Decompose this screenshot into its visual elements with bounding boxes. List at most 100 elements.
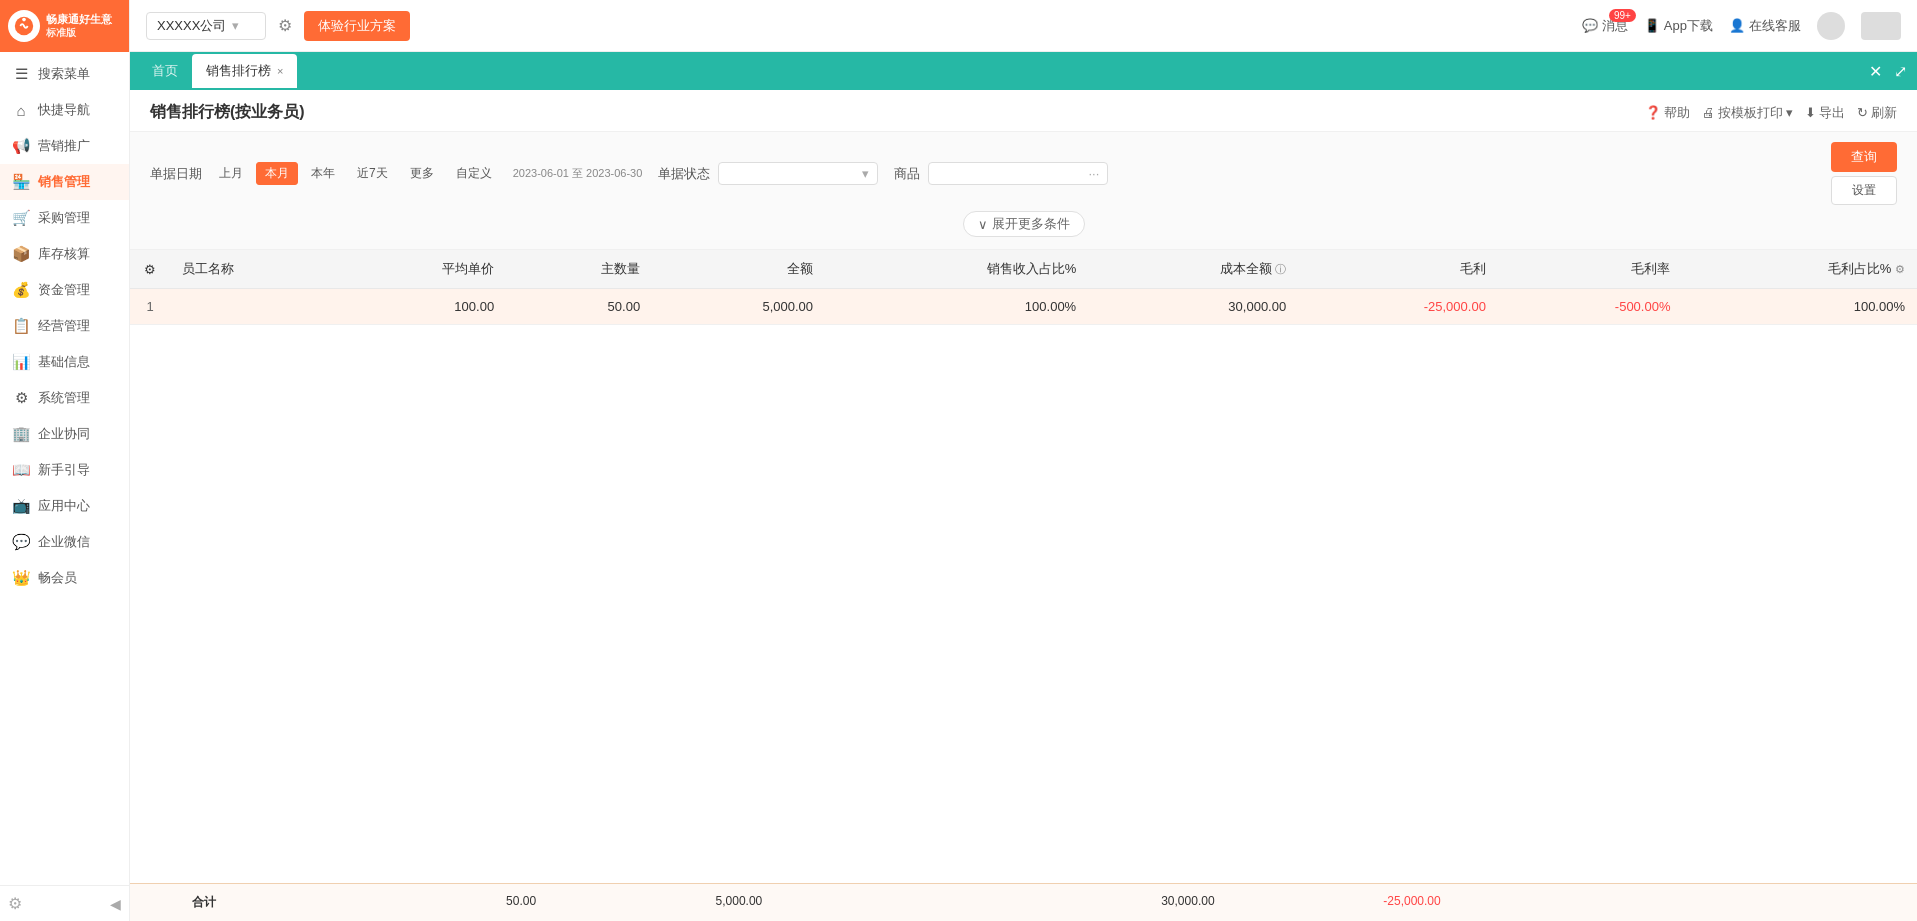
table-area: ⚙ 员工名称 平均单价 主数量 全额 销售收入占比% 成本全额 ⓘ 毛利 毛利率… [130, 250, 1917, 883]
query-button[interactable]: 查询 [1831, 142, 1897, 172]
sidebar-icon-operations: 📋 [12, 317, 30, 335]
sidebar-item-purchase[interactable]: 🛒 采购管理 [0, 200, 129, 236]
sidebar-item-search[interactable]: ☰ 搜索菜单 [0, 56, 129, 92]
date-pill-last-month[interactable]: 上月 [210, 162, 252, 185]
sidebar-logo: 畅康通好生意 标准版 [0, 0, 129, 52]
sidebar-icon-sales: 🏪 [12, 173, 30, 191]
export-icon: ⬇ [1805, 105, 1816, 120]
sidebar-icon-finance: 💰 [12, 281, 30, 299]
svg-point-1 [22, 18, 26, 22]
company-dropdown-icon: ▾ [232, 18, 239, 33]
footer-quantity: 50.00 [322, 894, 548, 911]
sidebar-item-guide[interactable]: 📖 新手引导 [0, 452, 129, 488]
date-filter-label: 单据日期 [150, 165, 202, 183]
date-pill-7days[interactable]: 近7天 [348, 162, 397, 185]
sidebar-label-enterprise: 企业协同 [38, 425, 90, 443]
sidebar-label-finance: 资金管理 [38, 281, 90, 299]
date-pill-this-month[interactable]: 本月 [256, 162, 298, 185]
message-badge: 99+ [1609, 9, 1636, 22]
help-btn[interactable]: ❓ 帮助 [1645, 104, 1690, 122]
message-item[interactable]: 💬 消息 99+ [1582, 17, 1628, 35]
print-btn[interactable]: 🖨 按模板打印 ▾ [1702, 104, 1793, 122]
table-cell [170, 289, 330, 325]
table-footer: 合计 50.00 5,000.00 30,000.00 -25,000.00 [130, 883, 1917, 921]
avatar[interactable] [1817, 12, 1845, 40]
footer-cost: 30,000.00 [1000, 894, 1226, 911]
sidebar-label-system: 系统管理 [38, 389, 90, 407]
refresh-btn[interactable]: ↻ 刷新 [1857, 104, 1897, 122]
tab-maximize-icon[interactable]: ⤢ [1892, 60, 1909, 83]
page-content: 销售排行榜(按业务员) ❓ 帮助 🖨 按模板打印 ▾ ⬇ 导出 ↻ 刷新 [130, 90, 1917, 921]
table-header-row: ⚙ 员工名称 平均单价 主数量 全额 销售收入占比% 成本全额 ⓘ 毛利 毛利率… [130, 250, 1917, 289]
sidebar-icon-wechat: 💬 [12, 533, 30, 551]
print-label: 按模板打印 [1718, 104, 1783, 122]
sidebar-item-system[interactable]: ⚙ 系统管理 [0, 380, 129, 416]
status-select[interactable]: ▾ [718, 162, 878, 185]
username-display [1861, 12, 1901, 40]
sidebar-icon-system: ⚙ [12, 389, 30, 407]
date-range-display: 2023-06-01 至 2023-06-30 [513, 166, 643, 181]
expand-row: ∨ 展开更多条件 [150, 205, 1897, 239]
header-right: 💬 消息 99+ 📱 App下载 👤 在线客服 [1582, 12, 1901, 40]
settings-gear-icon[interactable]: ⚙ [278, 16, 292, 35]
sidebar-label-purchase: 采购管理 [38, 209, 90, 227]
export-label: 导出 [1819, 104, 1845, 122]
top-header: XXXXX公司 ▾ ⚙ 体验行业方案 💬 消息 99+ 📱 App下载 👤 在线… [130, 0, 1917, 52]
trial-button[interactable]: 体验行业方案 [304, 11, 410, 41]
footer-sales-pct [774, 894, 1000, 911]
sidebar-nav: ☰ 搜索菜单⌂ 快捷导航📢 营销推广🏪 销售管理🛒 采购管理📦 库存核算💰 资金… [0, 52, 129, 885]
goods-input-more-icon[interactable]: ··· [1089, 166, 1100, 181]
sidebar-item-enterprise[interactable]: 🏢 企业协同 [0, 416, 129, 452]
company-selector[interactable]: XXXXX公司 ▾ [146, 12, 266, 40]
sidebar: 畅康通好生意 标准版 ☰ 搜索菜单⌂ 快捷导航📢 营销推广🏪 销售管理🛒 采购管… [0, 0, 130, 921]
sidebar-item-operations[interactable]: 📋 经营管理 [0, 308, 129, 344]
sidebar-label-marketing: 营销推广 [38, 137, 90, 155]
settings-button[interactable]: 设置 [1831, 176, 1897, 205]
sidebar-item-member[interactable]: 👑 畅会员 [0, 560, 129, 596]
col-settings: ⚙ [130, 250, 170, 289]
tab-close-window-icon[interactable]: ✕ [1867, 60, 1884, 83]
expand-button[interactable]: ∨ 展开更多条件 [963, 211, 1085, 237]
date-pill-this-year[interactable]: 本年 [302, 162, 344, 185]
sidebar-item-inventory[interactable]: 📦 库存核算 [0, 236, 129, 272]
print-dropdown-icon: ▾ [1786, 105, 1793, 120]
tab-sales-rank[interactable]: 销售排行榜 × [192, 54, 297, 88]
table-row: 1100.0050.005,000.00100.00%30,000.00-25,… [130, 289, 1917, 325]
sales-table: ⚙ 员工名称 平均单价 主数量 全额 销售收入占比% 成本全额 ⓘ 毛利 毛利率… [130, 250, 1917, 325]
page-actions: ❓ 帮助 🖨 按模板打印 ▾ ⬇ 导出 ↻ 刷新 [1645, 104, 1897, 122]
date-pill-more[interactable]: 更多 [401, 162, 443, 185]
tab-home[interactable]: 首页 [138, 54, 192, 88]
table-cell: 100.00 [330, 289, 506, 325]
message-icon: 💬 [1582, 18, 1598, 33]
sidebar-item-quick-nav[interactable]: ⌂ 快捷导航 [0, 92, 129, 128]
sidebar-footer: ⚙ ◀ [0, 885, 129, 921]
sidebar-item-basic-info[interactable]: 📊 基础信息 [0, 344, 129, 380]
tab-bar: 首页 销售排行榜 × ✕ ⤢ [130, 52, 1917, 90]
sidebar-item-sales[interactable]: 🏪 销售管理 [0, 164, 129, 200]
export-btn[interactable]: ⬇ 导出 [1805, 104, 1845, 122]
sidebar-item-wechat[interactable]: 💬 企业微信 [0, 524, 129, 560]
sidebar-label-sales: 销售管理 [38, 173, 90, 191]
online-service-item[interactable]: 👤 在线客服 [1729, 17, 1801, 35]
company-name: XXXXX公司 [157, 17, 226, 35]
col-amount: 全额 [652, 250, 825, 289]
goods-input[interactable]: ··· [928, 162, 1108, 185]
status-filter-label: 单据状态 [658, 165, 710, 183]
col-quantity: 主数量 [506, 250, 652, 289]
tab-close-icon[interactable]: × [277, 65, 283, 77]
sidebar-item-app-center[interactable]: 📺 应用中心 [0, 488, 129, 524]
sidebar-label-basic-info: 基础信息 [38, 353, 90, 371]
col-cost: 成本全额 ⓘ [1088, 250, 1298, 289]
sidebar-settings-icon[interactable]: ⚙ [8, 894, 22, 913]
sidebar-item-marketing[interactable]: 📢 营销推广 [0, 128, 129, 164]
sidebar-icon-search: ☰ [12, 65, 30, 83]
sidebar-item-finance[interactable]: 💰 资金管理 [0, 272, 129, 308]
page-title: 销售排行榜(按业务员) [150, 102, 305, 123]
page-header: 销售排行榜(按业务员) ❓ 帮助 🖨 按模板打印 ▾ ⬇ 导出 ↻ 刷新 [130, 90, 1917, 132]
app-download-item[interactable]: 📱 App下载 [1644, 17, 1713, 35]
filter-actions: 查询 设置 [1831, 142, 1897, 205]
footer-label: 合计 [142, 894, 322, 911]
date-pill-custom[interactable]: 自定义 [447, 162, 501, 185]
sidebar-collapse-icon[interactable]: ◀ [110, 896, 121, 912]
table-settings-icon[interactable]: ⚙ [144, 262, 156, 277]
